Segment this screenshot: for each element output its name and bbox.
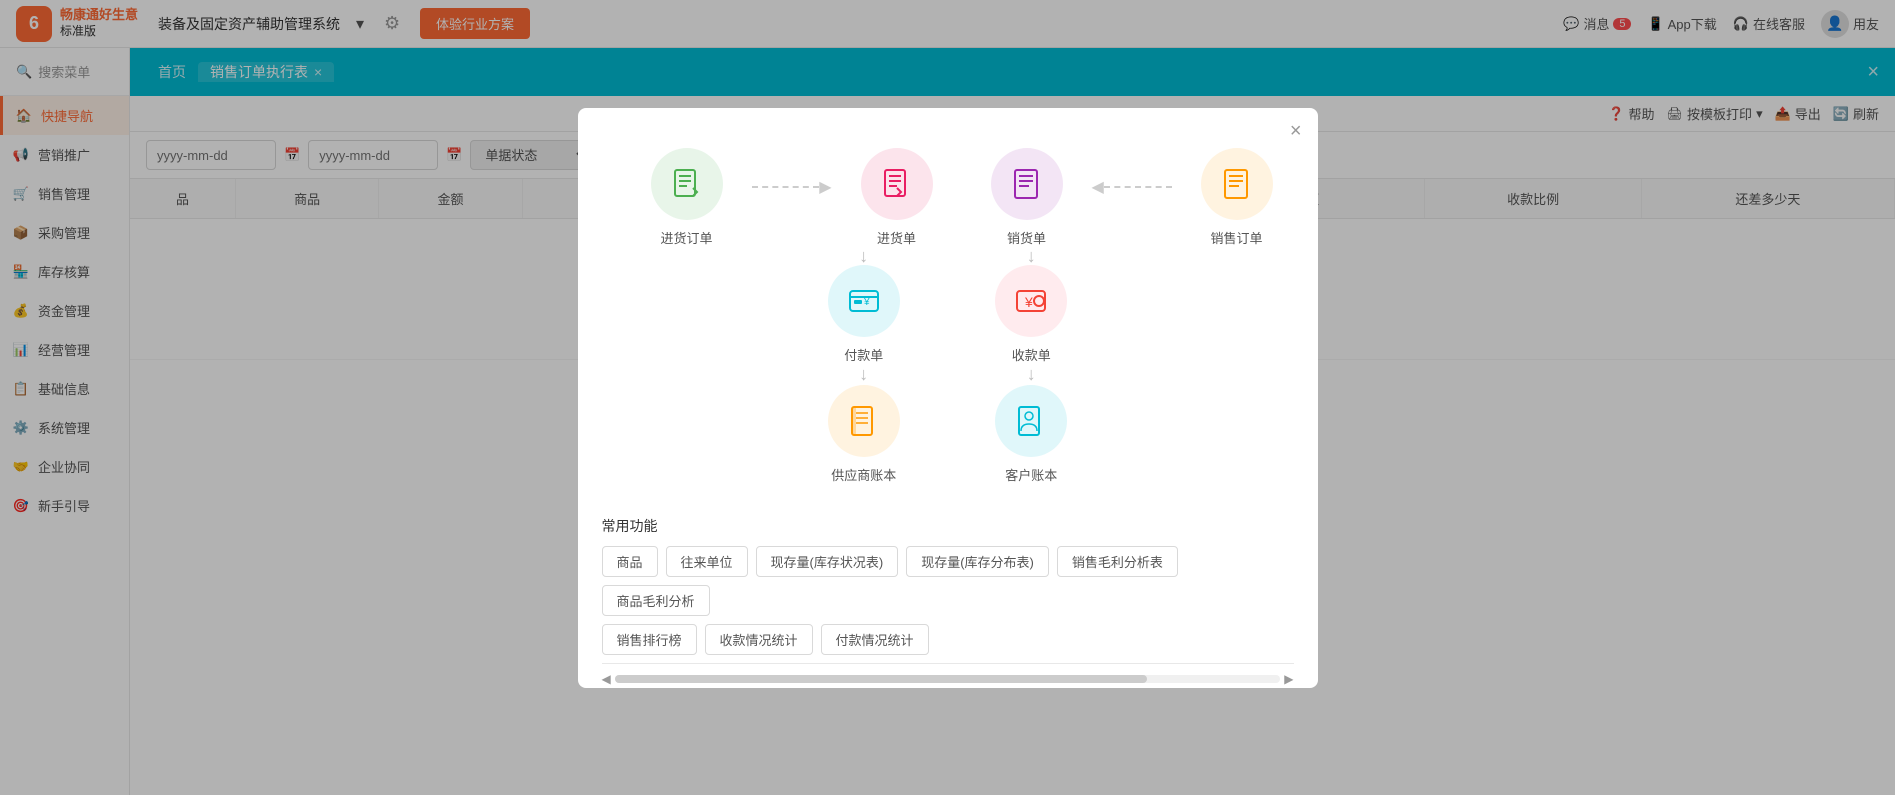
node-sales-order[interactable]: 销售订单: [1172, 148, 1302, 247]
common-functions: 常用功能 商品 往来单位 现存量(库存状况表) 现存量(库存分布表) 销售毛利分…: [602, 516, 1294, 655]
node-receipt[interactable]: ¥ 收款单: [974, 265, 1089, 364]
scroll-right-arrow[interactable]: ▶: [1284, 672, 1293, 686]
sales-bill-circle: [991, 148, 1063, 220]
receipt-label: 收款单: [1012, 345, 1051, 364]
purchase-order-circle: [651, 148, 723, 220]
purchase-bill-label: 进货单: [877, 228, 916, 247]
flow-modal: × 进货订单 ▶: [578, 108, 1318, 688]
purchase-bill-circle: [861, 148, 933, 220]
func-goods[interactable]: 商品: [602, 546, 658, 577]
customer-account-label: 客户账本: [1005, 465, 1057, 484]
func-partner[interactable]: 往来单位: [666, 546, 748, 577]
common-funcs-title: 常用功能: [602, 516, 1294, 536]
payment-circle: ¥: [828, 265, 900, 337]
node-supplier-account[interactable]: 供应商账本: [807, 385, 922, 484]
func-receipt-stat[interactable]: 收款情况统计: [705, 624, 813, 655]
node-customer-account[interactable]: 客户账本: [974, 385, 1089, 484]
customer-account-circle: [995, 385, 1067, 457]
func-goods-profit[interactable]: 商品毛利分析: [602, 585, 710, 616]
sales-bill-label: 销货单: [1007, 228, 1046, 247]
flow-diagram: 进货订单 ▶ 进货单: [602, 132, 1294, 492]
svg-text:¥: ¥: [863, 297, 870, 308]
supplier-account-label: 供应商账本: [831, 465, 896, 484]
sales-order-circle: [1201, 148, 1273, 220]
modal-close-button[interactable]: ×: [1290, 120, 1302, 143]
func-inventory-status[interactable]: 现存量(库存状况表): [756, 546, 899, 577]
purchase-order-label: 进货订单: [660, 228, 712, 247]
node-payment[interactable]: ¥ 付款单: [807, 265, 922, 364]
receipt-circle: ¥: [995, 265, 1067, 337]
func-sales-profit[interactable]: 销售毛利分析表: [1057, 546, 1178, 577]
func-buttons-row2: 销售排行榜 收款情况统计 付款情况统计: [602, 624, 1294, 655]
scroll-bar: ◀ ▶: [602, 663, 1294, 686]
node-purchase-order[interactable]: 进货订单: [622, 148, 752, 247]
scroll-track[interactable]: [615, 675, 1281, 683]
func-buttons-row1: 商品 往来单位 现存量(库存状况表) 现存量(库存分布表) 销售毛利分析表 商品…: [602, 546, 1294, 616]
func-sales-rank[interactable]: 销售排行榜: [602, 624, 697, 655]
scroll-left-arrow[interactable]: ◀: [602, 672, 611, 686]
func-payment-stat[interactable]: 付款情况统计: [821, 624, 929, 655]
func-inventory-dist[interactable]: 现存量(库存分布表): [906, 546, 1049, 577]
modal-overlay[interactable]: × 进货订单 ▶: [0, 0, 1895, 795]
payment-label: 付款单: [844, 345, 883, 364]
sales-order-label: 销售订单: [1210, 228, 1262, 247]
node-sales-bill[interactable]: 销货单: [962, 148, 1092, 247]
supplier-account-circle: [828, 385, 900, 457]
node-purchase-bill[interactable]: 进货单: [832, 148, 962, 247]
scroll-thumb: [615, 675, 1147, 683]
svg-text:¥: ¥: [1024, 294, 1033, 310]
